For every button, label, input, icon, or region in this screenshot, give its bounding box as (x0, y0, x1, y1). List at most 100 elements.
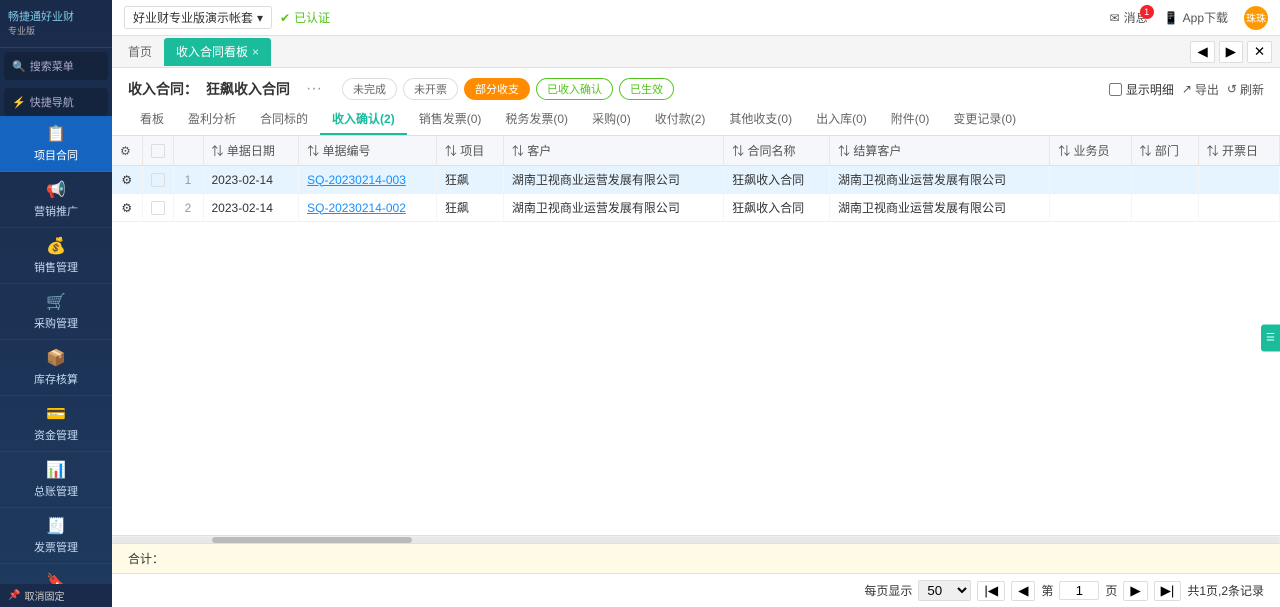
th-salesperson[interactable]: ⇅ 业务员 (1050, 136, 1131, 166)
sidebar-item-invoice[interactable]: 🧾 发票管理 (0, 508, 112, 564)
status-badge-uncompleted[interactable]: 未完成 (342, 78, 397, 100)
sidebar-item-marketing[interactable]: 📢 营销推广 (0, 172, 112, 228)
per-page-select[interactable]: 50 10 20 100 (918, 580, 971, 601)
th-date[interactable]: ⇅ 单据日期 (203, 136, 299, 166)
status-badge-confirmed[interactable]: 已收入确认 (536, 78, 613, 100)
show-detail-checkbox[interactable]: 显示明细 (1109, 81, 1174, 98)
message-button[interactable]: ✉ 1 消息 (1110, 9, 1148, 26)
app-download-button[interactable]: 📱 App下载 (1164, 9, 1228, 26)
th-customer[interactable]: ⇅ 客户 (503, 136, 723, 166)
tab-stock[interactable]: 出入库(0) (804, 104, 879, 135)
page-next-button[interactable]: ▶ (1123, 581, 1147, 601)
page-last-button[interactable]: ▶| (1154, 581, 1182, 601)
cell-check[interactable] (142, 166, 173, 194)
cell-num: 2 (173, 194, 203, 222)
refresh-button[interactable]: ↺ 刷新 (1227, 81, 1264, 98)
row-checkbox[interactable] (151, 201, 165, 215)
float-action-button[interactable]: ☰ (1261, 324, 1280, 351)
sidebar-item-inventory[interactable]: 📦 库存核算 (0, 340, 112, 396)
th-project[interactable]: ⇅ 项目 (436, 136, 503, 166)
sidebar-search[interactable]: 🔍 搜索菜单 (4, 52, 108, 80)
select-all-checkbox[interactable] (151, 144, 165, 158)
cell-check[interactable] (142, 194, 173, 222)
tab-revenue-confirm[interactable]: 收入确认(2) (320, 104, 407, 135)
th-check[interactable] (142, 136, 173, 166)
cell-settings[interactable]: ⚙ (112, 194, 142, 222)
th-date-sort-icon: ⇅ (212, 144, 224, 158)
th-open-date[interactable]: ⇅ 开票日 (1198, 136, 1279, 166)
tab-kanban[interactable]: 看板 (128, 104, 176, 135)
breadcrumb-home[interactable]: 首页 (120, 43, 160, 60)
app-download-label: App下载 (1183, 9, 1228, 26)
th-order-no[interactable]: ⇅ 单据编号 (299, 136, 437, 166)
inner-tabs: 看板 盈利分析 合同标的 收入确认(2) 销售发票(0) 税务发票(0) 采购(… (112, 104, 1280, 136)
message-icon: ✉ (1110, 11, 1120, 25)
status-badge-active[interactable]: 已生效 (619, 78, 674, 100)
table-footer: 合计： (112, 543, 1280, 573)
table-row: ⚙ 2 2023-02-14 SQ-20230214-002 狂飙 湖南卫视商业… (112, 194, 1280, 222)
th-settle-customer[interactable]: ⇅ 结算客户 (830, 136, 1050, 166)
cell-department (1131, 166, 1198, 194)
cell-customer: 湖南卫视商业运营发展有限公司 (503, 166, 723, 194)
user-profile[interactable]: 珠珠 (1244, 6, 1268, 30)
avatar: 珠珠 (1244, 6, 1268, 30)
detail-checkbox-input[interactable] (1109, 83, 1122, 96)
sidebar-item-general[interactable]: 📊 总账管理 (0, 452, 112, 508)
tab-purchase[interactable]: 采购(0) (580, 104, 643, 135)
sidebar-item-label: 营销推广 (34, 203, 78, 219)
tab-tax-invoice[interactable]: 税务发票(0) (493, 104, 580, 135)
tab-close-button[interactable]: × (252, 45, 259, 59)
sidebar-item-funds[interactable]: 💳 资金管理 (0, 396, 112, 452)
horizontal-scrollbar[interactable] (112, 535, 1280, 543)
scrollbar-thumb[interactable] (212, 537, 412, 543)
sidebar-item-label: 库存核算 (34, 371, 78, 387)
cell-order-no[interactable]: SQ-20230214-003 (299, 166, 437, 194)
sidebar-item-project[interactable]: 📋 项目合同 (0, 116, 112, 172)
tab-attach[interactable]: 附件(0) (879, 104, 942, 135)
tab-sales-invoice[interactable]: 销售发票(0) (407, 104, 494, 135)
main-content: 好业财专业版演示帐套 ▾ ✔ 已认证 ✉ 1 消息 📱 App下载 (112, 0, 1280, 607)
row-checkbox[interactable] (151, 173, 165, 187)
sidebar-quick-nav[interactable]: ⚡ 快捷导航 (4, 88, 108, 116)
status-badge-uninvoiced[interactable]: 未开票 (403, 78, 458, 100)
th-department[interactable]: ⇅ 部门 (1131, 136, 1198, 166)
tab-close-all-button[interactable]: ✕ (1247, 41, 1272, 63)
sidebar-item-purchase[interactable]: 🛒 采购管理 (0, 284, 112, 340)
scrollbar-track[interactable] (112, 537, 1280, 543)
tab-profit[interactable]: 盈利分析 (176, 104, 248, 135)
sales-icon: 💰 (46, 236, 66, 256)
more-options-button[interactable]: ··· (306, 80, 322, 98)
tab-changes[interactable]: 变更记录(0) (941, 104, 1028, 135)
export-label: 导出 (1195, 81, 1219, 98)
th-settle-sort-icon: ⇅ (838, 144, 850, 158)
status-badge-partial[interactable]: 部分收支 (464, 78, 530, 100)
th-contract[interactable]: ⇅ 合同名称 (724, 136, 830, 166)
cell-order-no[interactable]: SQ-20230214-002 (299, 194, 437, 222)
company-selector[interactable]: 好业财专业版演示帐套 ▾ (124, 6, 272, 29)
app-logo: 畅捷通好业财 专业版 (0, 0, 112, 48)
sidebar-item-label: 发票管理 (34, 539, 78, 555)
tab-other[interactable]: 其他收支(0) (717, 104, 804, 135)
tab-prev-button[interactable]: ◀ (1190, 41, 1214, 63)
cert-label: 已认证 (294, 9, 330, 26)
page-title-row: 收入合同： 狂飙收入合同 ··· 未完成 未开票 部分收支 已收入确认 已生效 (128, 78, 674, 100)
active-tab[interactable]: 收入合同看板 × (164, 38, 271, 66)
order-no-link[interactable]: SQ-20230214-003 (307, 173, 406, 187)
order-no-link[interactable]: SQ-20230214-002 (307, 201, 406, 215)
tab-subject[interactable]: 合同标的 (248, 104, 320, 135)
message-badge: 1 (1140, 5, 1154, 19)
company-name: 好业财专业版演示帐套 (133, 9, 253, 26)
page-first-button[interactable]: |◀ (977, 581, 1005, 601)
page-prev-button[interactable]: ◀ (1011, 581, 1035, 601)
export-button[interactable]: ↗ 导出 (1182, 81, 1219, 98)
sidebar-item-sales[interactable]: 💰 销售管理 (0, 228, 112, 284)
total-pages-label: 共1页,2条记录 (1187, 582, 1264, 599)
th-settings[interactable]: ⚙ (112, 136, 142, 166)
tab-next-button[interactable]: ▶ (1219, 41, 1243, 63)
tab-payment[interactable]: 收付款(2) (643, 104, 718, 135)
show-detail-label: 显示明细 (1126, 81, 1174, 98)
page-input[interactable] (1059, 581, 1099, 600)
topbar-right: ✉ 1 消息 📱 App下载 珠珠 (1110, 6, 1268, 30)
tab-nav-controls: ◀ ▶ ✕ (1190, 41, 1272, 63)
cell-settings[interactable]: ⚙ (112, 166, 142, 194)
